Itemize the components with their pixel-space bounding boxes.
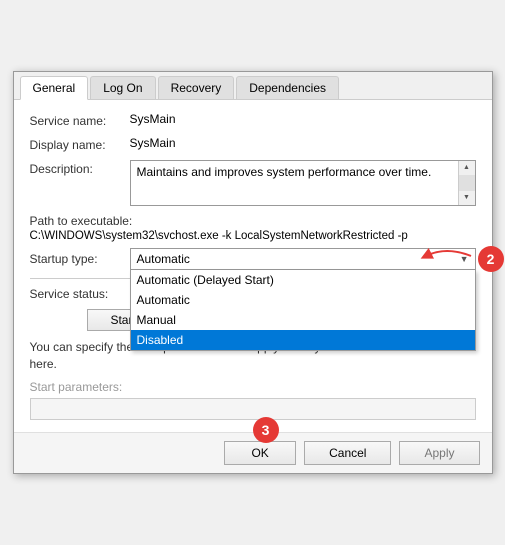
apply-button[interactable]: Apply: [399, 441, 479, 465]
dropdown-option-auto[interactable]: Automatic: [131, 290, 475, 310]
ok-button[interactable]: OK: [224, 441, 296, 465]
startup-dropdown-wrapper: Automatic ▼ Automatic (Delayed Start) Au…: [130, 248, 476, 270]
start-params-label: Start parameters:: [30, 380, 476, 394]
tab-general[interactable]: General: [20, 76, 89, 100]
description-box: ▲ ▼: [130, 160, 476, 206]
description-row: Description: ▲ ▼: [30, 160, 476, 206]
tab-content: Service name: SysMain Display name: SysM…: [14, 100, 492, 433]
description-textarea[interactable]: [131, 161, 458, 205]
tab-recovery[interactable]: Recovery: [158, 76, 235, 99]
footer: 3 OK Cancel Apply: [14, 432, 492, 473]
annotation-2: 2: [478, 246, 504, 272]
dropdown-list: Automatic (Delayed Start) Automatic Manu…: [130, 270, 476, 351]
dropdown-option-disabled[interactable]: Disabled: [131, 330, 475, 350]
display-name-label: Display name:: [30, 136, 130, 152]
path-label: Path to executable:: [30, 214, 476, 228]
cancel-button[interactable]: Cancel: [304, 441, 391, 465]
startup-type-row: Startup type: Automatic ▼ Automatic (Del…: [30, 248, 476, 270]
tab-dependencies[interactable]: Dependencies: [236, 76, 339, 99]
startup-dropdown-value: Automatic: [137, 252, 190, 266]
dialog: General Log On Recovery Dependencies Ser…: [13, 71, 493, 475]
arrow-2-svg: [416, 241, 476, 271]
service-status-label: Service status:: [30, 287, 130, 301]
dropdown-option-manual[interactable]: Manual: [131, 310, 475, 330]
service-name-row: Service name: SysMain: [30, 112, 476, 128]
path-section: Path to executable: C:\WINDOWS\system32\…: [30, 214, 476, 242]
service-name-value: SysMain: [130, 112, 476, 126]
start-params-input[interactable]: [30, 398, 476, 420]
scroll-up-btn[interactable]: ▲: [459, 161, 475, 175]
scroll-down-btn[interactable]: ▼: [459, 191, 475, 205]
path-value: C:\WINDOWS\system32\svchost.exe -k Local…: [30, 230, 476, 242]
description-scrollbar: ▲ ▼: [458, 161, 475, 205]
tab-logon[interactable]: Log On: [90, 76, 155, 99]
startup-type-label: Startup type:: [30, 252, 130, 266]
display-name-value: SysMain: [130, 136, 476, 150]
service-name-label: Service name:: [30, 112, 130, 128]
description-label: Description:: [30, 160, 130, 176]
display-name-row: Display name: SysMain: [30, 136, 476, 152]
dropdown-option-auto-delayed[interactable]: Automatic (Delayed Start): [131, 270, 475, 290]
tab-bar: General Log On Recovery Dependencies: [14, 72, 492, 100]
